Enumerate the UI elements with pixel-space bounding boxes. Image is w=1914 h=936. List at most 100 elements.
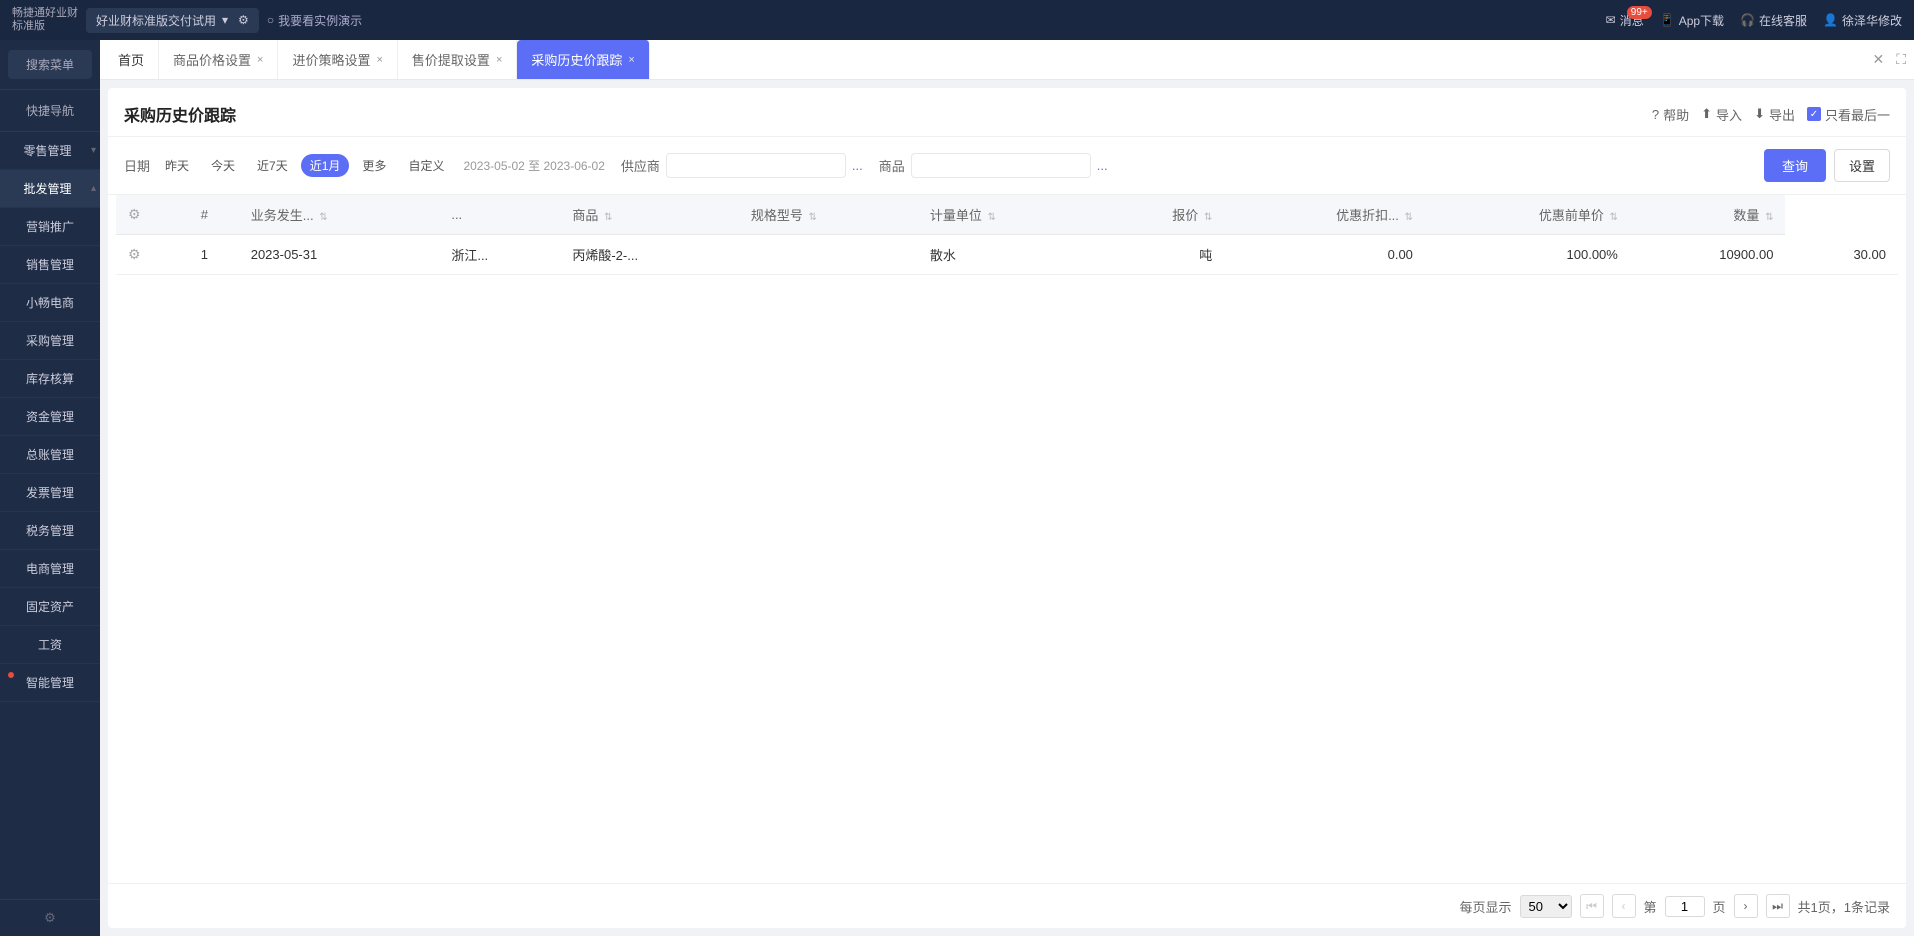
import-button[interactable]: ⬆ 导入	[1701, 105, 1742, 124]
sidebar-search-section: 搜索菜单	[0, 40, 100, 90]
sidebar-settings-button[interactable]: ⚙	[0, 899, 100, 936]
col-header-discount[interactable]: 优惠折扣... ⇅	[1224, 195, 1425, 235]
supplier-filter-label: 供应商	[621, 156, 660, 175]
col-header-more[interactable]: ...	[439, 195, 560, 235]
sidebar-item-fixed-assets[interactable]: 固定资产	[0, 588, 100, 626]
date-btn-today[interactable]: 今天	[202, 154, 244, 177]
user-menu-button[interactable]: 👤 徐泽华修改	[1823, 12, 1902, 29]
product-input[interactable]	[911, 153, 1091, 178]
table-row: ⚙ 1 2023-05-31 浙江... 丙烯酸-2-... 散水 吨 0.00…	[116, 235, 1898, 275]
version-selector[interactable]: 好业财标准版交付试用 ▾ ⚙	[86, 8, 259, 33]
help-button[interactable]: ? 帮助	[1652, 105, 1689, 124]
col-header-spec[interactable]: 规格型号 ⇅	[739, 195, 918, 235]
date-filter-label: 日期	[124, 156, 150, 175]
filter-actions: 查询 设置	[1764, 149, 1890, 182]
sidebar-item-sales[interactable]: 销售管理	[0, 246, 100, 284]
settings-filter-button[interactable]: 设置	[1834, 149, 1890, 182]
sidebar-item-tax[interactable]: 税务管理	[0, 512, 100, 550]
maximize-window-button[interactable]: ⛶	[1892, 47, 1910, 72]
tab-history-price[interactable]: 采购历史价跟踪 ×	[517, 40, 649, 79]
checkbox-icon	[1807, 107, 1821, 121]
supplier-more-button[interactable]: ...	[852, 158, 863, 173]
page-header-actions: ? 帮助 ⬆ 导入 ⬇ 导出 只看最后一	[1652, 105, 1890, 124]
tab-purchase-strategy[interactable]: 进价策略设置 ×	[278, 40, 397, 79]
sidebar-item-ecommerce-small[interactable]: 小畅电商	[0, 284, 100, 322]
page-title: 采购历史价跟踪	[124, 102, 236, 126]
tab-home[interactable]: 首页	[104, 40, 159, 79]
settings-icon[interactable]: ⚙	[238, 13, 249, 27]
page-suffix: 页	[1713, 897, 1726, 916]
page-label: 第	[1644, 897, 1657, 916]
col-header-price[interactable]: 报价 ⇅	[1097, 195, 1224, 235]
prev-page-button[interactable]: ‹	[1612, 894, 1636, 918]
supplier-input[interactable]	[666, 153, 846, 178]
quick-nav-button[interactable]: 快捷导航	[8, 96, 92, 125]
tab-price[interactable]: 商品价格设置 ×	[159, 40, 278, 79]
sidebar-item-marketing[interactable]: 营销推广	[0, 208, 100, 246]
sidebar-item-purchase[interactable]: 采购管理	[0, 322, 100, 360]
table-header-row: ⚙ # 业务发生... ⇅ ... 商品 ⇅	[116, 195, 1898, 235]
sidebar: 搜索菜单 快捷导航 零售管理 ▾ 批发管理 ▴ 营销推广 销售管理 小畅电商 采…	[0, 40, 100, 936]
row-supplier: 浙江...	[439, 235, 560, 275]
sidebar-item-ledger[interactable]: 总账管理	[0, 436, 100, 474]
query-button[interactable]: 查询	[1764, 149, 1826, 182]
sidebar-item-finance[interactable]: 资金管理	[0, 398, 100, 436]
date-btn-custom[interactable]: 自定义	[399, 154, 453, 177]
per-page-select[interactable]: 50 100 200	[1520, 895, 1572, 918]
last-page-button[interactable]: ⏭	[1766, 894, 1790, 918]
sidebar-item-smart[interactable]: 智能管理	[0, 664, 100, 702]
notification-dot	[8, 672, 14, 678]
page-number-input[interactable]	[1665, 896, 1705, 917]
sidebar-item-payroll[interactable]: 工资	[0, 626, 100, 664]
row-product: 丙烯酸-2-...	[560, 235, 738, 275]
sidebar-item-retail[interactable]: 零售管理 ▾	[0, 132, 100, 170]
sidebar-item-ecommerce[interactable]: 电商管理	[0, 550, 100, 588]
sort-icon-orig-price: ⇅	[1609, 212, 1617, 223]
col-header-qty[interactable]: 数量 ⇅	[1630, 195, 1786, 235]
close-tab-history[interactable]: ×	[628, 54, 634, 66]
page-container: 采购历史价跟踪 ? 帮助 ⬆ 导入 ⬇ 导出	[108, 88, 1906, 928]
col-header-date[interactable]: 业务发生... ⇅	[239, 195, 440, 235]
col-header-gear[interactable]: ⚙	[116, 195, 189, 235]
product-more-button[interactable]: ...	[1097, 158, 1108, 173]
date-btn-1month[interactable]: 近1月	[301, 154, 350, 177]
close-window-button[interactable]: ✕	[1868, 47, 1888, 72]
messages-button[interactable]: ✉ 消息 99+	[1606, 12, 1644, 29]
total-info: 共1页，1条记录	[1798, 897, 1890, 916]
content-area: 首页 商品价格设置 × 进价策略设置 × 售价提取设置 × 采购历史价跟踪 × …	[100, 40, 1914, 936]
sort-icon-date: ⇅	[319, 212, 327, 223]
row-spec	[739, 235, 918, 275]
sidebar-item-wholesale[interactable]: 批发管理 ▴	[0, 170, 100, 208]
sort-icon-spec: ⇅	[808, 212, 816, 223]
product-filter-label: 商品	[879, 156, 905, 175]
tab-sale-price[interactable]: 售价提取设置 ×	[398, 40, 517, 79]
col-header-product[interactable]: 商品 ⇅	[560, 195, 738, 235]
col-header-num: #	[189, 195, 239, 235]
close-tab-sale-price[interactable]: ×	[496, 54, 502, 66]
col-header-unit[interactable]: 计量单位 ⇅	[918, 195, 1097, 235]
only-last-checkbox[interactable]: 只看最后一	[1807, 105, 1890, 124]
first-page-button[interactable]: ⏮	[1580, 894, 1604, 918]
app-download-button[interactable]: 📱 App下载	[1660, 12, 1724, 29]
close-tab-strategy[interactable]: ×	[376, 54, 382, 66]
export-button[interactable]: ⬇ 导出	[1754, 105, 1795, 124]
sidebar-quick-nav-section: 快捷导航	[0, 90, 100, 132]
row-price-unit: 吨	[1097, 235, 1224, 275]
sidebar-item-inventory[interactable]: 库存核算	[0, 360, 100, 398]
search-menu-button[interactable]: 搜索菜单	[8, 50, 92, 79]
date-btn-7days[interactable]: 近7天	[248, 154, 297, 177]
supplier-filter-group: 供应商 ...	[621, 153, 863, 178]
filter-bar: 日期 昨天 今天 近7天 近1月 更多 自定义 2023-05-02 至 202…	[108, 137, 1906, 195]
demo-link[interactable]: ○ 我要看实例演示	[267, 12, 362, 29]
row-num: 1	[189, 235, 239, 275]
date-btn-yesterday[interactable]: 昨天	[156, 154, 198, 177]
online-service-button[interactable]: 🎧 在线客服	[1740, 12, 1807, 29]
row-quoted-price: 0.00	[1224, 235, 1425, 275]
col-header-orig-price[interactable]: 优惠前单价 ⇅	[1425, 195, 1630, 235]
sidebar-item-invoice[interactable]: 发票管理	[0, 474, 100, 512]
help-icon: ?	[1652, 107, 1659, 122]
next-page-button[interactable]: ›	[1734, 894, 1758, 918]
close-tab-price[interactable]: ×	[257, 54, 263, 66]
row-gear[interactable]: ⚙	[116, 235, 189, 275]
date-btn-more[interactable]: 更多	[353, 154, 395, 177]
